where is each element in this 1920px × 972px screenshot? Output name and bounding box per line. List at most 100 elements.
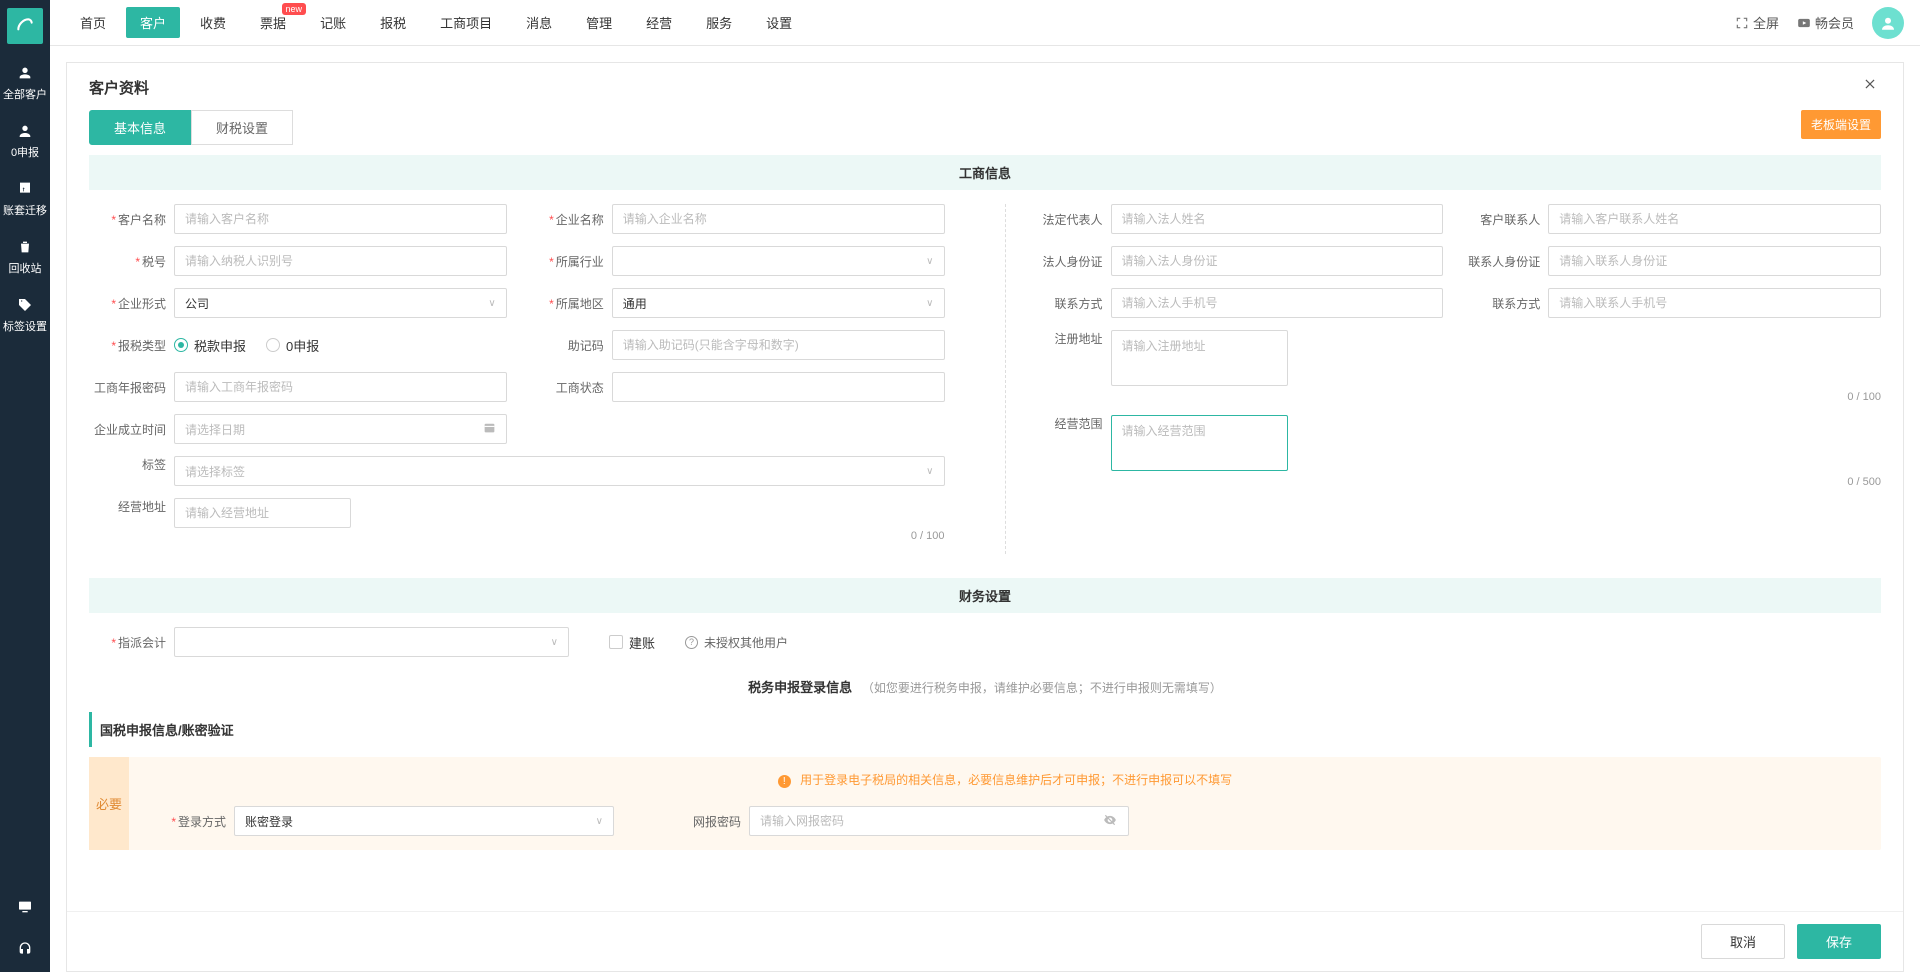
char-count: 0 / 100: [174, 530, 945, 542]
checkbox-create-books[interactable]: 建账: [609, 633, 655, 652]
industry-select[interactable]: ∨: [612, 246, 945, 276]
label-legal-rep: 法定代表人: [1026, 211, 1111, 228]
calendar-icon: [483, 421, 496, 437]
founded-date-input[interactable]: 请选择日期: [174, 414, 507, 444]
label-tags: 标签: [89, 456, 174, 473]
label-reg-address: 注册地址: [1026, 330, 1111, 347]
radio-zero-declare[interactable]: 0申报: [266, 336, 319, 355]
nav-business-projects[interactable]: 工商项目: [426, 7, 506, 38]
chevron-down-icon: ∨: [551, 637, 558, 648]
required-tag: 必要: [89, 757, 129, 850]
mnemonic-input[interactable]: [612, 330, 945, 360]
nav-invoices[interactable]: 票据 new: [246, 7, 300, 38]
business-address-input[interactable]: [174, 498, 351, 528]
customer-contact-input[interactable]: [1548, 204, 1881, 234]
membership-button[interactable]: 畅会员: [1797, 13, 1854, 32]
nav-fees[interactable]: 收费: [186, 7, 240, 38]
chevron-down-icon: ∨: [488, 298, 495, 309]
radio-icon: [174, 338, 188, 352]
monitor-icon: [16, 898, 34, 916]
trash-icon: [16, 238, 34, 256]
users-icon: [16, 64, 34, 82]
close-icon: [1863, 77, 1877, 91]
sidebar-item-zero-declare[interactable]: 0申报: [0, 112, 50, 170]
label-region: 所属地区: [527, 295, 612, 312]
chevron-down-icon: ∨: [596, 816, 603, 827]
nav-manage[interactable]: 管理: [572, 7, 626, 38]
customer-name-input[interactable]: [174, 204, 507, 234]
page-title: 客户资料: [89, 77, 1881, 98]
legal-id-input[interactable]: [1111, 246, 1444, 276]
nav-services[interactable]: 服务: [692, 7, 746, 38]
label-login-method: 登录方式: [159, 813, 234, 830]
sidebar-item-tags[interactable]: 标签设置: [0, 286, 50, 344]
nav-tax[interactable]: 报税: [366, 7, 420, 38]
sidebar-item-monitor[interactable]: [0, 888, 50, 930]
label-status: 工商状态: [527, 379, 612, 396]
label-contact-way-2: 联系方式: [1463, 295, 1548, 312]
sidebar-item-trash[interactable]: 回收站: [0, 228, 50, 286]
label-contact-way-1: 联系方式: [1026, 295, 1111, 312]
char-count: 0 / 500: [1111, 476, 1882, 488]
legal-rep-input[interactable]: [1111, 204, 1444, 234]
contact-id-input[interactable]: [1548, 246, 1881, 276]
section-heading-finance: 财务设置: [89, 578, 1881, 613]
section-heading-business: 工商信息: [89, 155, 1881, 190]
nav-customers[interactable]: 客户: [126, 7, 180, 38]
new-badge: new: [282, 3, 307, 15]
label-tax-type: 报税类型: [89, 337, 174, 354]
cancel-button[interactable]: 取消: [1701, 924, 1785, 959]
label-legal-id: 法人身份证: [1026, 253, 1111, 270]
warning-icon: !: [778, 775, 791, 788]
sidebar-item-all-customers[interactable]: 全部客户: [0, 54, 50, 112]
nav-settings[interactable]: 设置: [752, 7, 806, 38]
toggle-password-visibility[interactable]: [1103, 813, 1117, 830]
info-icon: ?: [685, 636, 698, 649]
radio-tax-declare[interactable]: 税款申报: [174, 336, 246, 355]
chevron-down-icon: ∨: [926, 298, 933, 309]
checkbox-icon: [609, 635, 623, 649]
label-contact-id: 联系人身份证: [1463, 253, 1548, 270]
avatar-icon: [1879, 14, 1897, 32]
no-auth-text: 未授权其他用户: [704, 634, 788, 651]
tab-finance-settings[interactable]: 财税设置: [191, 110, 293, 145]
nav-operate[interactable]: 经营: [632, 7, 686, 38]
sidebar-item-migrate[interactable]: 账套迁移: [0, 170, 50, 228]
contact-way-1-input[interactable]: [1111, 288, 1444, 318]
annual-pwd-input[interactable]: [174, 372, 507, 402]
app-logo[interactable]: [7, 8, 43, 44]
radio-icon: [266, 338, 280, 352]
contact-way-2-input[interactable]: [1548, 288, 1881, 318]
fullscreen-button[interactable]: 全屏: [1735, 13, 1779, 32]
login-method-select[interactable]: 账密登录 ∨: [234, 806, 614, 836]
tax-id-input[interactable]: [174, 246, 507, 276]
label-tax-id: 税号: [89, 253, 174, 270]
eye-off-icon: [1103, 813, 1117, 827]
close-button[interactable]: [1863, 77, 1881, 95]
status-input[interactable]: [612, 372, 945, 402]
label-enterprise-form: 企业形式: [89, 295, 174, 312]
assign-accountant-select[interactable]: ∨: [174, 627, 569, 657]
reg-address-input[interactable]: [1111, 330, 1288, 386]
nav-bookkeeping[interactable]: 记账: [306, 7, 360, 38]
nav-home[interactable]: 首页: [66, 7, 120, 38]
sidebar-item-support[interactable]: [0, 930, 50, 972]
label-business-scope: 经营范围: [1026, 415, 1111, 432]
sidebar-item-label: 账套迁移: [0, 202, 50, 218]
tab-basic-info[interactable]: 基本信息: [89, 110, 191, 145]
label-customer-name: 客户名称: [89, 211, 174, 228]
region-select[interactable]: 通用 ∨: [612, 288, 945, 318]
avatar[interactable]: [1872, 7, 1904, 39]
nav-messages[interactable]: 消息: [512, 7, 566, 38]
bosspad-settings-button[interactable]: 老板端设置: [1801, 110, 1881, 139]
enterprise-form-select[interactable]: 公司 ∨: [174, 288, 507, 318]
save-button[interactable]: 保存: [1797, 924, 1881, 959]
play-icon: [1797, 16, 1811, 30]
tags-select[interactable]: 请选择标签 ∨: [174, 456, 945, 486]
business-scope-input[interactable]: [1111, 415, 1288, 471]
tag-icon: [16, 296, 34, 314]
web-pwd-input[interactable]: [749, 806, 1129, 836]
user-circle-icon: [16, 122, 34, 140]
enterprise-name-input[interactable]: [612, 204, 945, 234]
sidebar-item-label: 回收站: [0, 260, 50, 276]
